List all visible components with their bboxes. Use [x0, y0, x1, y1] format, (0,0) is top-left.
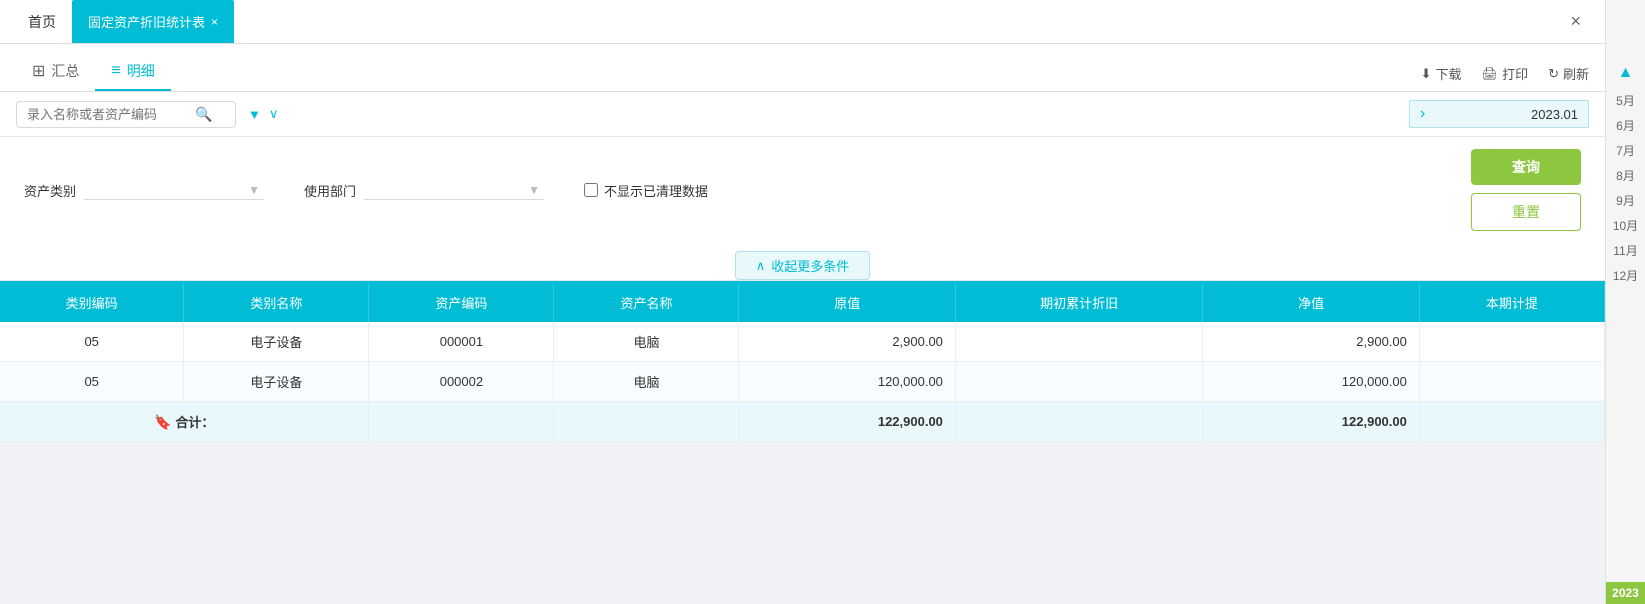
summary-icon: ⊞	[32, 61, 45, 81]
cell-accumulated-depreciation	[955, 322, 1203, 362]
department-arrow-icon: ▼	[528, 183, 540, 197]
hide-cleared-label: 不显示已清理数据	[604, 181, 708, 200]
department-dropdown[interactable]: ▼	[364, 180, 544, 200]
home-nav-item[interactable]: 首页	[12, 0, 72, 43]
filter-actions: 查询 重置	[1471, 149, 1581, 231]
col-asset-name: 资产名称	[554, 283, 739, 322]
sidebar-month-item[interactable]: 11月	[1613, 238, 1638, 263]
cell-asset-name: 电脑	[554, 322, 739, 362]
cell-asset-name: 电脑	[554, 362, 739, 402]
asset-category-dropdown[interactable]: ▼	[84, 180, 264, 200]
collapse-conditions-button[interactable]: ∧ 收起更多条件	[735, 251, 871, 280]
refresh-button[interactable]: ↻ 刷新	[1548, 64, 1589, 83]
cell-original-value: 120,000.00	[739, 362, 955, 402]
tab-summary[interactable]: ⊞ 汇总	[16, 61, 95, 91]
col-asset-code: 资产编码	[369, 283, 554, 322]
summary-tab-label: 汇总	[51, 61, 79, 81]
hide-cleared-field: 不显示已清理数据	[584, 181, 708, 200]
cell-asset-code: 000001	[369, 322, 554, 362]
close-tab-icon[interactable]: ×	[211, 15, 218, 29]
total-original-value: 122,900.00	[739, 402, 955, 442]
active-tab[interactable]: 固定资产折旧统计表 ×	[72, 0, 234, 43]
cell-category-code: 05	[0, 362, 184, 402]
search-input-wrap: 🔍	[16, 101, 236, 128]
detail-icon: ≡	[111, 62, 120, 80]
sidebar-month-item[interactable]: 7月	[1613, 138, 1638, 163]
search-icon[interactable]: 🔍	[195, 106, 212, 123]
search-input[interactable]	[27, 107, 187, 122]
sidebar-month-item[interactable]: 9月	[1613, 188, 1638, 213]
print-icon: 🖨	[1482, 66, 1499, 82]
more-filter-button[interactable]: ▼ ∨	[248, 106, 278, 122]
advanced-filter-panel: 资产类别 ▼ 使用部门 ▼ 不显示已清理数据 查询 重置	[0, 137, 1605, 281]
total-label: 🔖合计：	[0, 402, 369, 442]
cell-original-value: 2,900.00	[739, 322, 955, 362]
department-label: 使用部门	[304, 181, 356, 200]
sidebar-year: 2023	[1606, 582, 1645, 604]
query-button[interactable]: 查询	[1471, 149, 1581, 185]
sidebar-month-item[interactable]: 10月	[1613, 213, 1638, 238]
sidebar-month-item[interactable]: 5月	[1613, 88, 1638, 113]
date-navigator: › 2023.01	[1409, 100, 1589, 128]
col-original-value: 原值	[739, 283, 955, 322]
data-table: 类别编码 类别名称 资产编码 资产名称 原值 期初累计折旧 净值 本期计提 05…	[0, 283, 1605, 442]
total-net-value: 122,900.00	[1203, 402, 1419, 442]
cell-current-depreciation	[1419, 322, 1604, 362]
asset-category-value	[88, 182, 92, 197]
date-prev-arrow[interactable]: ›	[1420, 105, 1425, 123]
reset-button[interactable]: 重置	[1471, 193, 1581, 231]
cell-category-name: 电子设备	[184, 362, 369, 402]
total-icon: 🔖	[154, 414, 171, 430]
col-net-value: 净值	[1203, 283, 1419, 322]
cell-net-value: 120,000.00	[1203, 362, 1419, 402]
cell-accumulated-depreciation	[955, 362, 1203, 402]
table-header-row: 类别编码 类别名称 资产编码 资产名称 原值 期初累计折旧 净值 本期计提	[0, 283, 1605, 322]
col-category-name: 类别名称	[184, 283, 369, 322]
cell-category-name: 电子设备	[184, 322, 369, 362]
sidebar-scroll-up[interactable]: ▲	[1614, 60, 1638, 86]
col-accumulated-depreciation: 期初累计折旧	[955, 283, 1203, 322]
table-row: 05 电子设备 000002 电脑 120,000.00 120,000.00	[0, 362, 1605, 402]
department-value	[368, 182, 372, 197]
tab-label: 固定资产折旧统计表	[88, 12, 205, 31]
data-table-wrap: 类别编码 类别名称 资产编码 资产名称 原值 期初累计折旧 净值 本期计提 05…	[0, 281, 1605, 442]
refresh-icon: ↻	[1548, 66, 1559, 82]
download-button[interactable]: ⬇ 下载	[1421, 64, 1462, 83]
asset-category-label: 资产类别	[24, 181, 76, 200]
download-icon: ⬇	[1421, 66, 1432, 82]
chevron-down-icon: ∨	[269, 106, 279, 122]
table-row: 05 电子设备 000001 电脑 2,900.00 2,900.00	[0, 322, 1605, 362]
collapse-icon: ∧	[756, 258, 766, 274]
asset-category-arrow-icon: ▼	[248, 183, 260, 197]
total-current-depreciation	[1419, 402, 1604, 442]
total-accumulated-depreciation	[955, 402, 1203, 442]
sidebar-month-item[interactable]: 6月	[1613, 113, 1638, 138]
sidebar-month-item[interactable]: 8月	[1613, 163, 1638, 188]
cell-category-code: 05	[0, 322, 184, 362]
print-button[interactable]: 🖨 打印	[1482, 64, 1529, 83]
detail-tab-label: 明细	[127, 61, 155, 81]
cell-net-value: 2,900.00	[1203, 322, 1419, 362]
filter-icon: ▼	[248, 107, 261, 122]
cell-asset-code: 000002	[369, 362, 554, 402]
table-total-row: 🔖合计： 122,900.00 122,900.00	[0, 402, 1605, 442]
col-category-code: 类别编码	[0, 283, 184, 322]
tab-detail[interactable]: ≡ 明细	[95, 61, 170, 91]
right-sidebar: ▲ 5月6月7月8月9月10月11月12月 2023	[1605, 0, 1645, 604]
asset-category-field: 资产类别 ▼	[24, 180, 264, 200]
sidebar-month-item[interactable]: 12月	[1613, 263, 1638, 288]
hide-cleared-checkbox[interactable]	[584, 183, 598, 197]
date-display: 2023.01	[1531, 107, 1578, 122]
col-current-depreciation: 本期计提	[1419, 283, 1604, 322]
cell-current-depreciation	[1419, 362, 1604, 402]
close-window-button[interactable]: ×	[1558, 11, 1593, 32]
department-field: 使用部门 ▼	[304, 180, 544, 200]
